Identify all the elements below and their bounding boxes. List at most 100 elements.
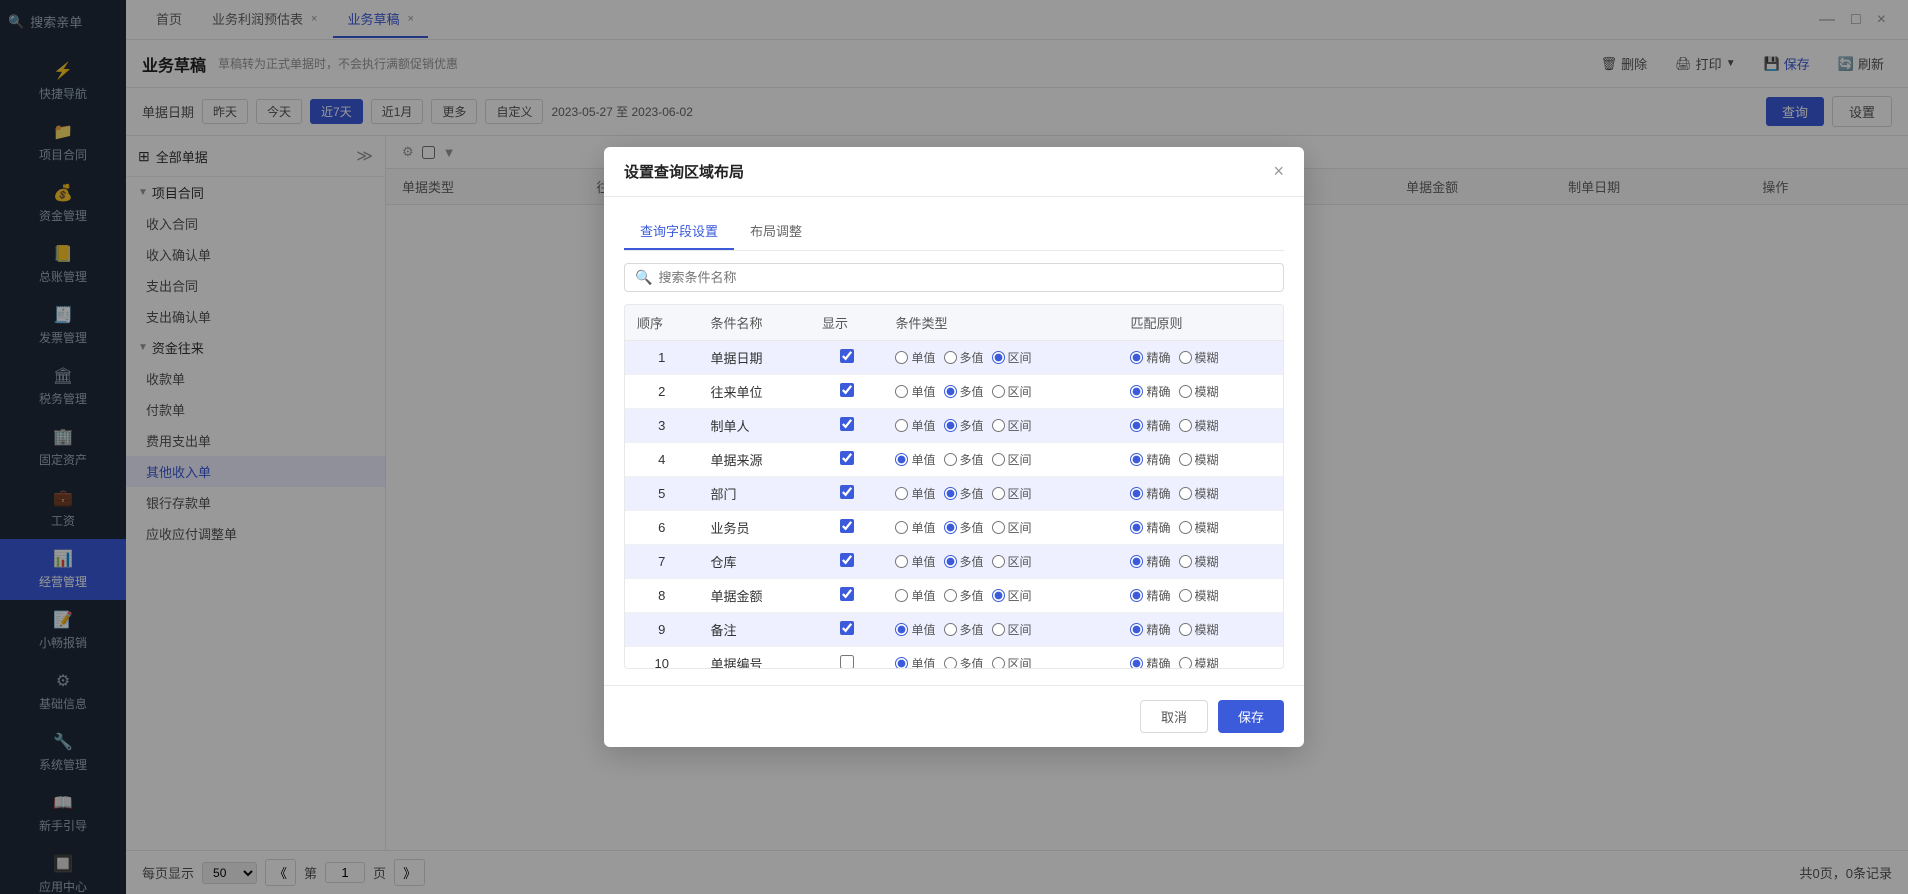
cell-type: 单值多值区间	[883, 511, 1118, 545]
type-radio-区间[interactable]: 区间	[992, 383, 1032, 400]
modal-overlay[interactable]: 设置查询区域布局 × 查询字段设置 布局调整 🔍	[0, 0, 1908, 894]
save-modal-button[interactable]: 保存	[1218, 700, 1284, 733]
cell-name: 单据编号	[698, 647, 810, 670]
match-radio-模糊[interactable]: 模糊	[1179, 519, 1219, 536]
modal-search-input[interactable]	[658, 270, 1273, 285]
cell-type: 单值多值区间	[883, 409, 1118, 443]
type-radio-单值[interactable]: 单值	[895, 553, 935, 570]
display-checkbox[interactable]	[840, 587, 854, 601]
match-radio-精确[interactable]: 精确	[1130, 349, 1170, 366]
cell-order: 2	[625, 375, 698, 409]
cell-name: 备注	[698, 613, 810, 647]
cell-type: 单值多值区间	[883, 579, 1118, 613]
cell-name: 业务员	[698, 511, 810, 545]
cell-order: 10	[625, 647, 698, 670]
display-checkbox[interactable]	[840, 349, 854, 363]
match-radio-模糊[interactable]: 模糊	[1179, 417, 1219, 434]
match-radio-模糊[interactable]: 模糊	[1179, 383, 1219, 400]
type-radio-单值[interactable]: 单值	[895, 417, 935, 434]
cell-match: 精确模糊	[1118, 545, 1283, 579]
match-radio-模糊[interactable]: 模糊	[1179, 621, 1219, 638]
cell-display	[810, 341, 883, 375]
type-radio-多值[interactable]: 多值	[944, 383, 984, 400]
modal-tabs: 查询字段设置 布局调整	[624, 213, 1284, 251]
match-radio-精确[interactable]: 精确	[1130, 655, 1170, 669]
type-radio-区间[interactable]: 区间	[992, 417, 1032, 434]
type-radio-单值[interactable]: 单值	[895, 451, 935, 468]
display-checkbox[interactable]	[840, 621, 854, 635]
type-radio-区间[interactable]: 区间	[992, 553, 1032, 570]
type-radio-区间[interactable]: 区间	[992, 349, 1032, 366]
type-radio-单值[interactable]: 单值	[895, 485, 935, 502]
cell-match: 精确模糊	[1118, 511, 1283, 545]
type-radio-区间[interactable]: 区间	[992, 451, 1032, 468]
display-checkbox[interactable]	[840, 417, 854, 431]
cancel-button[interactable]: 取消	[1140, 700, 1208, 733]
type-radio-单值[interactable]: 单值	[895, 621, 935, 638]
table-row: 1单据日期 单值多值区间 精确模糊	[625, 341, 1283, 375]
match-radio-模糊[interactable]: 模糊	[1179, 655, 1219, 669]
match-radio-模糊[interactable]: 模糊	[1179, 451, 1219, 468]
type-radio-区间[interactable]: 区间	[992, 485, 1032, 502]
cell-order: 8	[625, 579, 698, 613]
cell-match: 精确模糊	[1118, 647, 1283, 670]
cell-order: 6	[625, 511, 698, 545]
match-radio-精确[interactable]: 精确	[1130, 519, 1170, 536]
modal-body: 查询字段设置 布局调整 🔍 顺序 条件名称 显示	[604, 197, 1304, 685]
match-radio-模糊[interactable]: 模糊	[1179, 587, 1219, 604]
type-radio-多值[interactable]: 多值	[944, 519, 984, 536]
modal-tab-layout-adjust[interactable]: 布局调整	[734, 213, 818, 250]
th-match: 匹配原则	[1118, 305, 1283, 341]
match-radio-精确[interactable]: 精确	[1130, 553, 1170, 570]
type-radio-多值[interactable]: 多值	[944, 553, 984, 570]
type-radio-区间[interactable]: 区间	[992, 621, 1032, 638]
match-radio-模糊[interactable]: 模糊	[1179, 349, 1219, 366]
cell-name: 制单人	[698, 409, 810, 443]
type-radio-多值[interactable]: 多值	[944, 417, 984, 434]
display-checkbox[interactable]	[840, 655, 854, 669]
display-checkbox[interactable]	[840, 485, 854, 499]
match-radio-精确[interactable]: 精确	[1130, 485, 1170, 502]
modal-header: 设置查询区域布局 ×	[604, 147, 1304, 197]
table-row: 8单据金额单值多值区间精确模糊	[625, 579, 1283, 613]
type-radio-单值[interactable]: 单值	[895, 519, 935, 536]
cell-name: 单据日期	[698, 341, 810, 375]
match-radio-模糊[interactable]: 模糊	[1179, 553, 1219, 570]
display-checkbox[interactable]	[840, 519, 854, 533]
type-radio-多值[interactable]: 多值	[944, 349, 984, 366]
cell-name: 单据来源	[698, 443, 810, 477]
cell-display	[810, 579, 883, 613]
type-radio-多值[interactable]: 多值	[944, 485, 984, 502]
cell-display	[810, 409, 883, 443]
th-type: 条件类型	[883, 305, 1118, 341]
match-radio-模糊[interactable]: 模糊	[1179, 485, 1219, 502]
match-radio-精确[interactable]: 精确	[1130, 621, 1170, 638]
type-radio-单值[interactable]: 单值	[895, 383, 935, 400]
type-radio-单值[interactable]: 单值	[895, 349, 935, 366]
cell-order: 1	[625, 341, 698, 375]
modal-search-bar: 🔍	[624, 263, 1284, 292]
type-radio-单值[interactable]: 单值	[895, 655, 935, 669]
match-radio-精确[interactable]: 精确	[1130, 451, 1170, 468]
display-checkbox[interactable]	[840, 451, 854, 465]
type-radio-多值[interactable]: 多值	[944, 621, 984, 638]
modal-tab-field-settings[interactable]: 查询字段设置	[624, 213, 734, 250]
type-radio-单值[interactable]: 单值	[895, 587, 935, 604]
type-radio-多值[interactable]: 多值	[944, 655, 984, 669]
display-checkbox[interactable]	[840, 383, 854, 397]
type-radio-多值[interactable]: 多值	[944, 587, 984, 604]
type-radio-区间[interactable]: 区间	[992, 519, 1032, 536]
type-radio-区间[interactable]: 区间	[992, 655, 1032, 669]
modal-search-icon: 🔍	[635, 269, 652, 286]
match-radio-精确[interactable]: 精确	[1130, 383, 1170, 400]
type-radio-多值[interactable]: 多值	[944, 451, 984, 468]
type-radio-区间[interactable]: 区间	[992, 587, 1032, 604]
table-row: 3制单人单值多值区间精确模糊	[625, 409, 1283, 443]
cell-display	[810, 647, 883, 670]
match-radio-精确[interactable]: 精确	[1130, 587, 1170, 604]
cell-display	[810, 613, 883, 647]
display-checkbox[interactable]	[840, 553, 854, 567]
match-radio-精确[interactable]: 精确	[1130, 417, 1170, 434]
modal-close-button[interactable]: ×	[1273, 161, 1284, 182]
cell-name: 部门	[698, 477, 810, 511]
